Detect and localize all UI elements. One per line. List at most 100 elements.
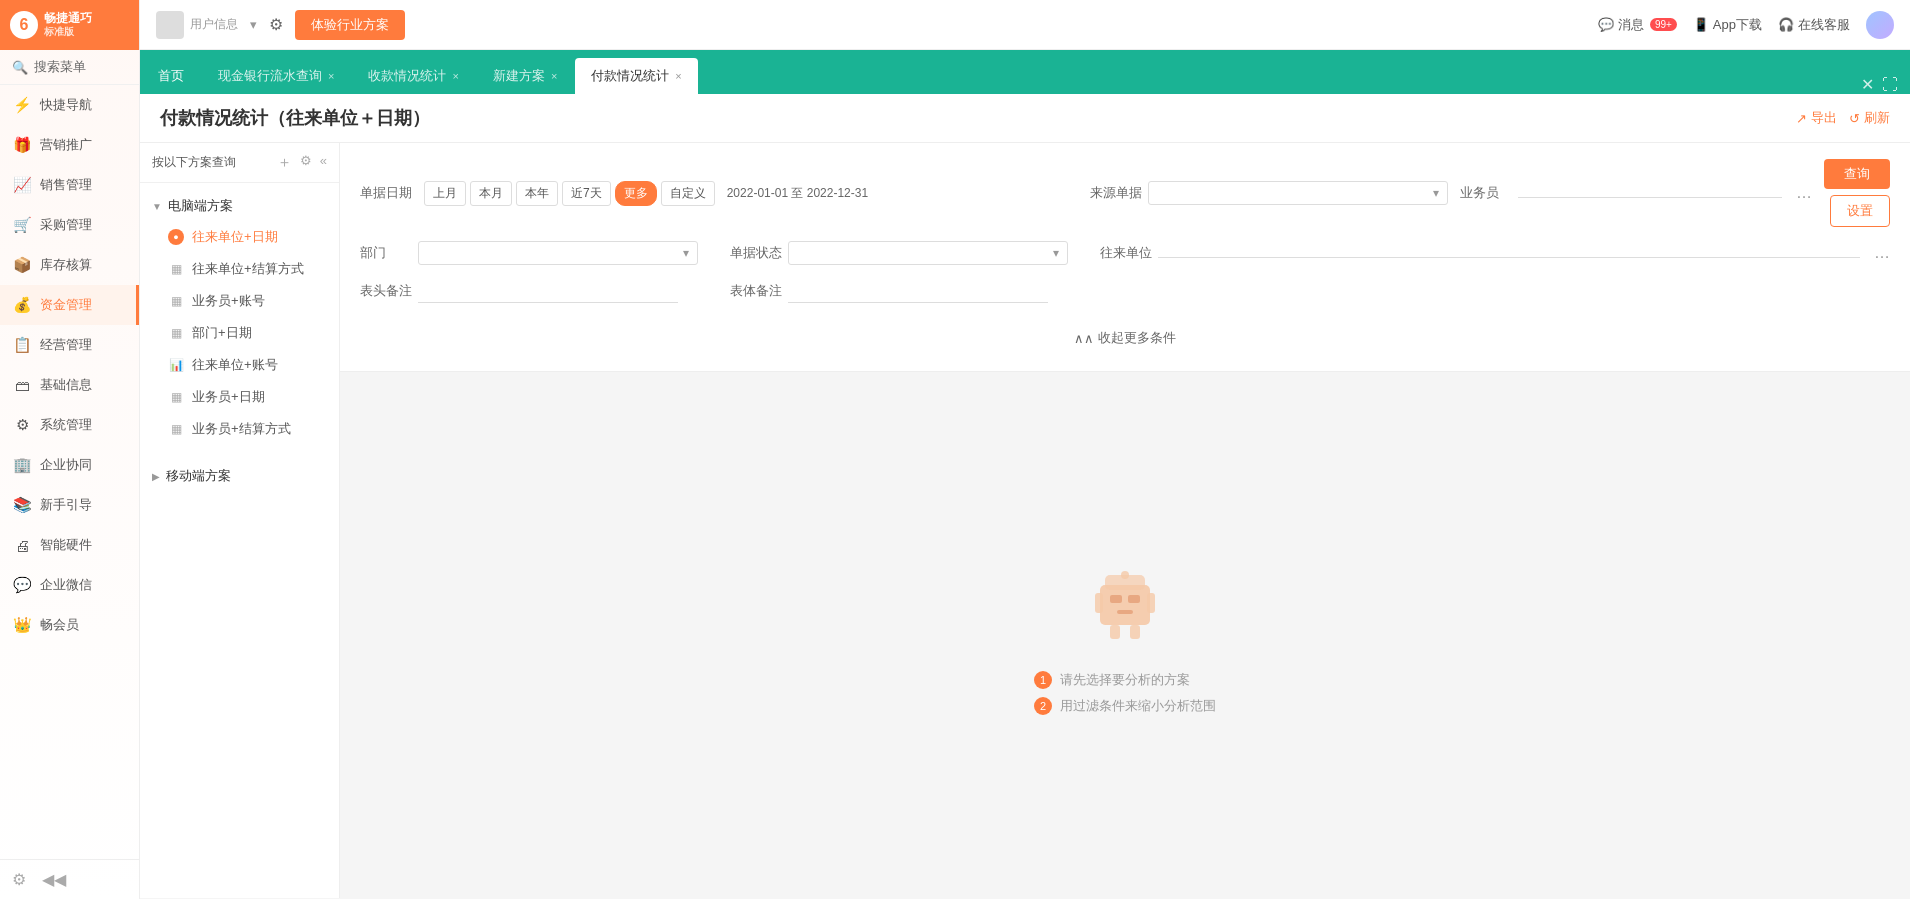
plan-item-salesperson-settlement[interactable]: ▦ 业务员+结算方式 <box>140 413 339 445</box>
messages-badge: 99+ <box>1650 18 1677 31</box>
last-7-days-btn[interactable]: 近7天 <box>562 181 611 206</box>
tab-pay-stats-close[interactable]: × <box>675 70 681 82</box>
settings-btn[interactable]: 设置 <box>1830 195 1890 227</box>
sidebar-item-hardware[interactable]: 🖨 智能硬件 <box>0 525 139 565</box>
salesperson-input-area <box>1518 189 1782 198</box>
hint2-num: 2 <box>1034 697 1052 715</box>
sidebar-item-guide[interactable]: 📚 新手引导 <box>0 485 139 525</box>
header-note-input[interactable] <box>418 279 678 303</box>
collapse-filter-btn[interactable]: ∧∧ 收起更多条件 <box>1066 321 1184 355</box>
logo-name: 畅捷通巧 <box>44 11 92 25</box>
sidebar-item-operation[interactable]: 📋 经营管理 <box>0 325 139 365</box>
date-range-text: 2022-01-01 至 2022-12-31 <box>727 185 868 202</box>
operation-icon: 📋 <box>12 335 32 355</box>
query-btn[interactable]: 查询 <box>1824 159 1890 189</box>
partner-more-icon[interactable]: … <box>1874 244 1890 262</box>
sidebar: 6 畅捷通巧 标准版 🔍 搜索菜单 ⚡ 快捷导航 🎁 营销推广 📈 销售管理 🛒… <box>0 0 140 899</box>
sidebar-item-basic[interactable]: 🗃 基础信息 <box>0 365 139 405</box>
header-note-group: 表头备注 <box>360 279 678 303</box>
user-info[interactable]: 用户信息 <box>156 11 238 39</box>
app-download-btn[interactable]: 📱 App下载 <box>1693 16 1762 34</box>
dept-label: 部门 <box>360 244 412 262</box>
logo-icon: 6 <box>10 11 38 39</box>
online-service-btn[interactable]: 🎧 在线客服 <box>1778 16 1850 34</box>
this-year-btn[interactable]: 本年 <box>516 181 558 206</box>
plan-label-salesperson-date: 业务员+日期 <box>192 388 265 406</box>
left-panel-actions: ＋ ⚙ « <box>277 153 327 172</box>
user-dropdown-icon[interactable]: ▾ <box>250 17 257 32</box>
source-select[interactable]: ▾ <box>1148 181 1448 205</box>
add-plan-icon[interactable]: ＋ <box>277 153 292 172</box>
sidebar-item-finance[interactable]: 💰 资金管理 <box>0 285 139 325</box>
app-download-label: App下载 <box>1713 16 1762 34</box>
sidebar-item-corp[interactable]: 🏢 企业协同 <box>0 445 139 485</box>
right-user[interactable] <box>1866 11 1894 39</box>
plan-label-salesperson-account: 业务员+账号 <box>192 292 265 310</box>
sidebar-item-wechat[interactable]: 💬 企业微信 <box>0 565 139 605</box>
this-month-btn[interactable]: 本月 <box>470 181 512 206</box>
body-note-input[interactable] <box>788 279 1048 303</box>
section-arrow-icon: ▼ <box>152 201 162 212</box>
sidebar-item-label: 畅会员 <box>40 616 79 634</box>
mobile-plans-header[interactable]: ▶ 移动端方案 <box>140 461 339 491</box>
user-name: 用户信息 <box>190 16 238 33</box>
sidebar-nav: ⚡ 快捷导航 🎁 营销推广 📈 销售管理 🛒 采购管理 📦 库存核算 💰 资金管… <box>0 85 139 859</box>
trial-btn[interactable]: 体验行业方案 <box>295 10 405 40</box>
salesperson-group: 业务员 … <box>1460 184 1812 202</box>
sidebar-item-label: 新手引导 <box>40 496 92 514</box>
plan-settings-icon[interactable]: ⚙ <box>300 153 312 172</box>
search-label: 搜索菜单 <box>34 58 86 76</box>
collapse-label: 收起更多条件 <box>1098 329 1176 347</box>
plan-item-salesperson-account[interactable]: ▦ 业务员+账号 <box>140 285 339 317</box>
sidebar-item-member[interactable]: 👑 畅会员 <box>0 605 139 645</box>
last-month-btn[interactable]: 上月 <box>424 181 466 206</box>
plan-item-salesperson-date[interactable]: ▦ 业务员+日期 <box>140 381 339 413</box>
refresh-btn[interactable]: ↺ 刷新 <box>1849 109 1890 127</box>
tabs-bar: 首页 现金银行流水查询 × 收款情况统计 × 新建方案 × 付款情况统计 × ✕… <box>140 50 1910 94</box>
more-btn[interactable]: 更多 <box>615 181 657 206</box>
sidebar-item-purchase[interactable]: 🛒 采购管理 <box>0 205 139 245</box>
collapse-panel-icon[interactable]: « <box>320 153 327 172</box>
page-title: 付款情况统计（往来单位＋日期） <box>160 106 430 130</box>
tab-cash-flow-close[interactable]: × <box>328 70 334 82</box>
sidebar-item-inventory[interactable]: 📦 库存核算 <box>0 245 139 285</box>
sidebar-item-sales[interactable]: 📈 销售管理 <box>0 165 139 205</box>
plan-item-partner-settlement[interactable]: ▦ 往来单位+结算方式 <box>140 253 339 285</box>
minimize-icon[interactable]: ✕ <box>1861 75 1874 94</box>
sidebar-item-label: 系统管理 <box>40 416 92 434</box>
topbar-right: 💬 消息 99+ 📱 App下载 🎧 在线客服 <box>1598 11 1894 39</box>
left-panel-header: 按以下方案查询 ＋ ⚙ « <box>140 143 339 183</box>
tab-new-plan[interactable]: 新建方案 × <box>477 58 573 94</box>
maximize-icon[interactable]: ⛶ <box>1882 76 1898 94</box>
dept-select[interactable]: ▾ <box>418 241 698 265</box>
tab-pay-stats[interactable]: 付款情况统计 × <box>575 58 697 94</box>
topbar: 用户信息 ▾ ⚙ 体验行业方案 💬 消息 99+ 📱 App下载 🎧 在线客服 <box>140 0 1910 50</box>
logo-sub: 标准版 <box>44 25 92 39</box>
salesperson-more-icon[interactable]: … <box>1796 184 1812 202</box>
tab-new-plan-close[interactable]: × <box>551 70 557 82</box>
svg-rect-1 <box>1110 595 1122 603</box>
plan-item-dept-date[interactable]: ▦ 部门+日期 <box>140 317 339 349</box>
tab-receive-stats-close[interactable]: × <box>452 70 458 82</box>
collapse-sidebar-icon[interactable]: ◀◀ <box>42 870 66 889</box>
export-label: 导出 <box>1811 109 1837 127</box>
tab-home[interactable]: 首页 <box>142 58 200 94</box>
settings-icon[interactable]: ⚙ <box>269 15 283 34</box>
custom-btn[interactable]: 自定义 <box>661 181 715 206</box>
tab-cash-flow[interactable]: 现金银行流水查询 × <box>202 58 350 94</box>
marketing-icon: 🎁 <box>12 135 32 155</box>
desktop-plans-header[interactable]: ▼ 电脑端方案 <box>140 191 339 221</box>
search-menu[interactable]: 🔍 搜索菜单 <box>0 50 139 85</box>
sidebar-item-marketing[interactable]: 🎁 营销推广 <box>0 125 139 165</box>
quick-nav-icon: ⚡ <box>12 95 32 115</box>
messages-btn[interactable]: 💬 消息 99+ <box>1598 16 1677 34</box>
plan-item-partner-account[interactable]: 📊 往来单位+账号 <box>140 349 339 381</box>
export-btn[interactable]: ↗ 导出 <box>1796 109 1837 127</box>
settings-bottom-icon[interactable]: ⚙ <box>12 870 26 889</box>
doc-status-select[interactable]: ▾ <box>788 241 1068 265</box>
page-header: 付款情况统计（往来单位＋日期） ↗ 导出 ↺ 刷新 <box>140 94 1910 143</box>
plan-item-partner-date[interactable]: ● 往来单位+日期 <box>140 221 339 253</box>
sidebar-item-quick-nav[interactable]: ⚡ 快捷导航 <box>0 85 139 125</box>
sidebar-item-system[interactable]: ⚙ 系统管理 <box>0 405 139 445</box>
tab-receive-stats[interactable]: 收款情况统计 × <box>352 58 474 94</box>
